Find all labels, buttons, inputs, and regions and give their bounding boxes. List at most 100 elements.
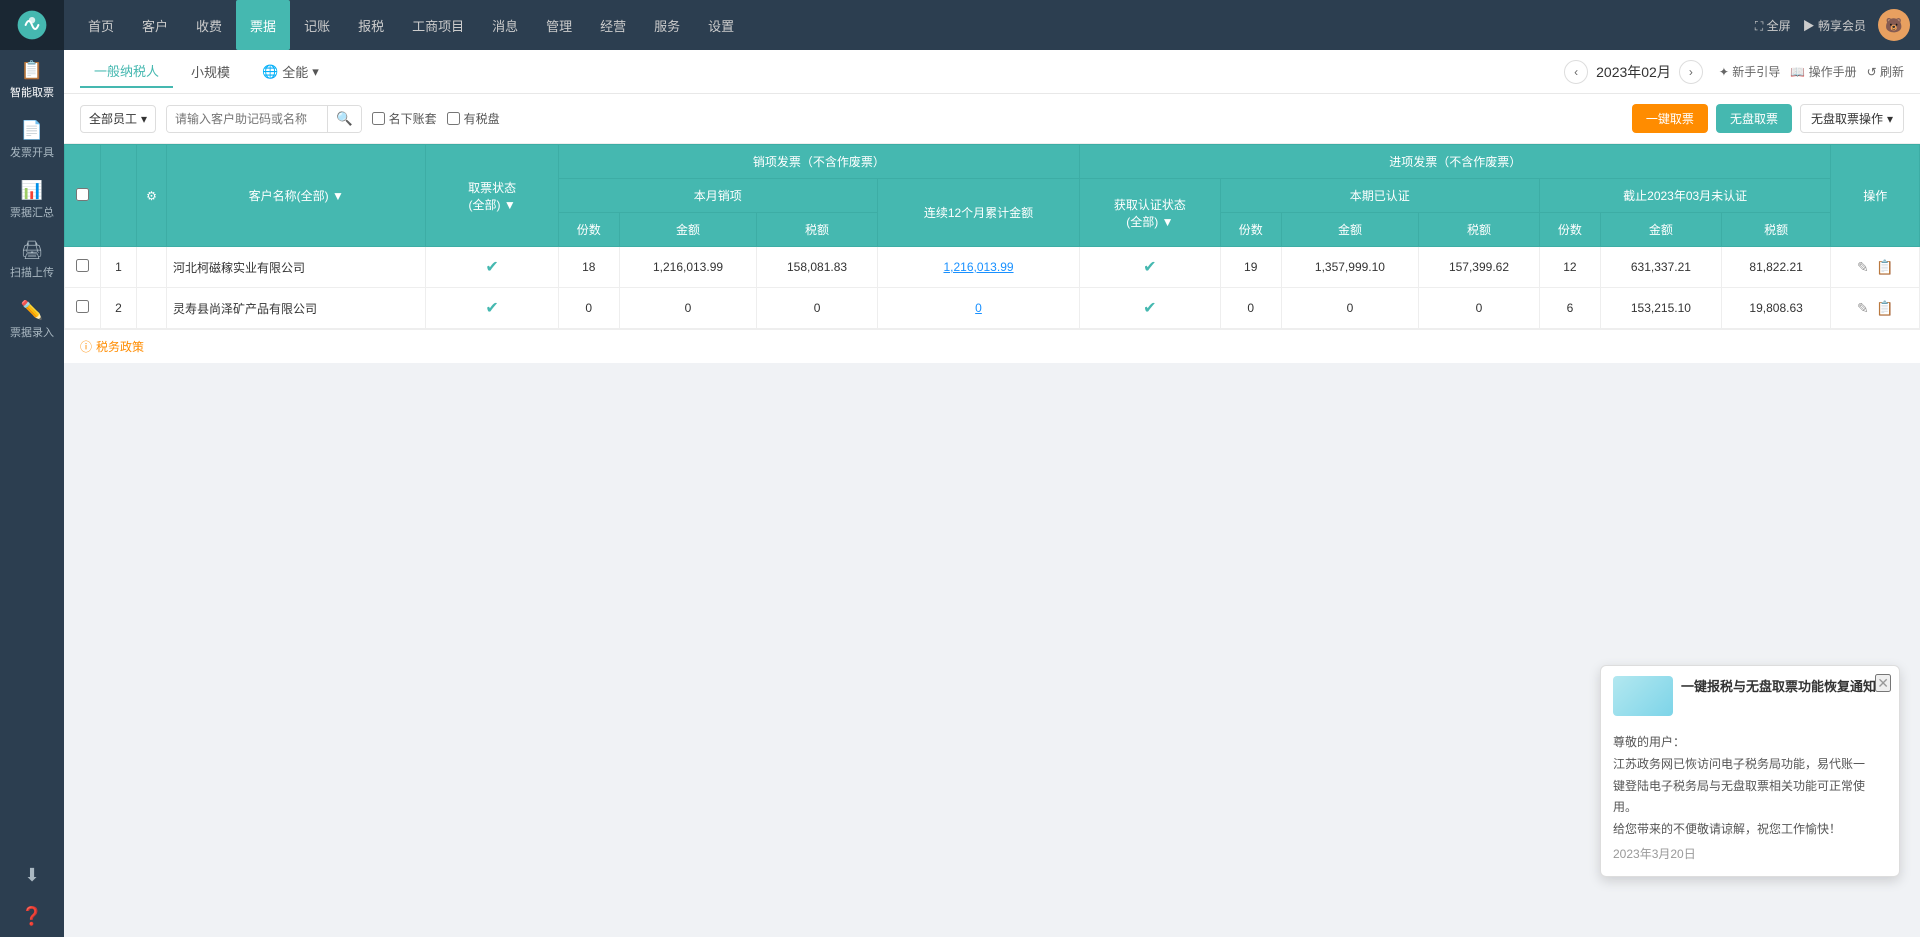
- user-avatar[interactable]: 🐻: [1878, 9, 1910, 41]
- row-pp-tax: 0: [1419, 288, 1540, 329]
- member-btn[interactable]: ▶ 畅享会员: [1803, 17, 1866, 34]
- popup-close-btn[interactable]: ✕: [1875, 674, 1891, 692]
- popup-lines: 尊敬的用户：江苏政务网已恢访问电子税务局功能，易代账一键登陆电子税务局与无盘取票…: [1613, 732, 1887, 840]
- nav-billing[interactable]: 收费: [182, 0, 236, 50]
- fetch-status-icon: ✔: [485, 300, 498, 317]
- popup-title: 一键报税与无盘取票功能恢复通知: [1681, 676, 1876, 695]
- refresh-link[interactable]: ↺ 刷新: [1867, 63, 1904, 80]
- sidebar-item-help[interactable]: ❓: [0, 896, 64, 937]
- row-sales-amount: 0: [619, 288, 756, 329]
- nav-client[interactable]: 客户: [128, 0, 182, 50]
- manual-link[interactable]: 📖 操作手册: [1790, 63, 1856, 80]
- nav-tax[interactable]: 报税: [344, 0, 398, 50]
- refresh-icon: ↺: [1867, 65, 1877, 79]
- edit-icon[interactable]: ✎: [1857, 259, 1869, 275]
- account-checkbox-label[interactable]: 名下账套: [372, 110, 437, 127]
- employee-select-label: 全部员工: [89, 110, 137, 127]
- nav-service[interactable]: 服务: [640, 0, 694, 50]
- detail-icon[interactable]: 📋: [1876, 300, 1893, 316]
- period-next-btn[interactable]: ›: [1679, 60, 1703, 84]
- nav-manage[interactable]: 管理: [532, 0, 586, 50]
- select-all-checkbox[interactable]: [76, 188, 89, 201]
- tab-actions: ✦ 新手引导 📖 操作手册 ↺ 刷新: [1719, 63, 1904, 80]
- sidebar-item-issue-invoice[interactable]: 📄 发票开具: [0, 110, 64, 170]
- filter-icon[interactable]: ▼: [1162, 215, 1174, 229]
- new-guide-link[interactable]: ✦ 新手引导: [1719, 63, 1780, 80]
- sidebar-item-smart-fetch[interactable]: 📋 智能取票: [0, 50, 64, 110]
- row-pd-tax: 81,822.21: [1721, 247, 1831, 288]
- help-icon: ❓: [21, 906, 43, 927]
- row-client-name: 河北柯磁稼实业有限公司: [167, 247, 426, 288]
- invoice-table-wrap: ⚙ 客户名称(全部) ▼ 取票状态 (全部) ▼ 销项发票（不含作废票） 进项发…: [64, 144, 1920, 329]
- row-pp-count: 19: [1220, 247, 1281, 288]
- edit-icon[interactable]: ✎: [1857, 300, 1869, 316]
- nav-invoice[interactable]: 票据: [236, 0, 290, 50]
- tab-general-taxpayer[interactable]: 一般纳税人: [80, 55, 173, 88]
- invoice-table: ⚙ 客户名称(全部) ▼ 取票状态 (全部) ▼ 销项发票（不含作废票） 进项发…: [64, 144, 1920, 329]
- global-icon: 🌐: [262, 64, 278, 80]
- popup-date: 2023年3月20日: [1613, 844, 1887, 866]
- row-checkbox[interactable]: [76, 300, 89, 313]
- nav-home[interactable]: 首页: [74, 0, 128, 50]
- sidebar-item-scan-upload[interactable]: 🖨 扫描上传: [0, 230, 64, 290]
- popup-image: [1613, 676, 1673, 726]
- no-disk-btn[interactable]: 无盘取票: [1716, 104, 1792, 133]
- sidebar-item-invoice-entry[interactable]: ✏️ 票据录入: [0, 290, 64, 350]
- cumulative-link[interactable]: 0: [975, 301, 982, 315]
- tab-all[interactable]: 🌐 全能 ▾: [248, 56, 333, 87]
- th-gear: ⚙: [137, 145, 167, 247]
- row-pd-count: 12: [1539, 247, 1600, 288]
- th-pp-count: 份数: [1220, 213, 1281, 247]
- filter-icon[interactable]: ▼: [504, 198, 516, 212]
- cumulative-link[interactable]: 1,216,013.99: [943, 260, 1013, 274]
- row-pd-amount: 153,215.10: [1601, 288, 1722, 329]
- invoice-entry-icon: ✏️: [21, 300, 43, 321]
- no-disk-ops-btn[interactable]: 无盘取票操作 ▾: [1800, 104, 1904, 133]
- period-prev-btn[interactable]: ‹: [1564, 60, 1588, 84]
- row-actions: ✎ 📋: [1831, 288, 1920, 329]
- tab-general-taxpayer-label: 一般纳税人: [94, 61, 159, 80]
- sidebar-logo: [0, 0, 64, 50]
- detail-icon[interactable]: 📋: [1876, 259, 1893, 275]
- row-no: 1: [101, 247, 137, 288]
- tax-disk-checkbox[interactable]: [447, 112, 460, 125]
- row-sales-cumulative: 1,216,013.99: [877, 247, 1079, 288]
- row-auth-status: ✔: [1080, 288, 1221, 329]
- chevron-down-icon: ▾: [141, 112, 147, 126]
- row-auth-status: ✔: [1080, 247, 1221, 288]
- tab-small-scale[interactable]: 小规模: [177, 56, 244, 87]
- row-no: 2: [101, 288, 137, 329]
- search-button[interactable]: 🔍: [327, 106, 361, 132]
- row-sales-cumulative: 0: [877, 288, 1079, 329]
- sidebar: 📋 智能取票 📄 发票开具 📊 票据汇总 🖨 扫描上传 ✏️ 票据录入 ⬇ ❓: [0, 0, 64, 937]
- nav-settings[interactable]: 设置: [694, 0, 748, 50]
- row-gear: [137, 288, 167, 329]
- search-input[interactable]: [167, 106, 327, 132]
- employee-select-btn[interactable]: 全部员工 ▾: [80, 105, 156, 133]
- one-click-btn[interactable]: 一键取票: [1632, 104, 1708, 133]
- filter-icon[interactable]: ▼: [332, 189, 344, 203]
- chevron-down-icon: ▾: [312, 64, 319, 80]
- issue-invoice-icon: 📄: [21, 120, 43, 141]
- nav-operation[interactable]: 经营: [586, 0, 640, 50]
- sidebar-item-download[interactable]: ⬇: [0, 855, 64, 896]
- account-checkbox[interactable]: [372, 112, 385, 125]
- nav-business[interactable]: 工商项目: [398, 0, 478, 50]
- fullscreen-btn[interactable]: ⛶ 全屏: [1755, 17, 1791, 34]
- scan-upload-icon: 🖨: [21, 240, 44, 261]
- row-client-name: 灵寿县尚泽矿产品有限公司: [167, 288, 426, 329]
- tax-disk-checkbox-label[interactable]: 有税盘: [447, 110, 500, 127]
- sidebar-item-invoice-summary[interactable]: 📊 票据汇总: [0, 170, 64, 230]
- th-purchase-period: 本期已认证: [1220, 179, 1539, 213]
- popup-notification: ✕ 一键报税与无盘取票功能恢复通知 尊敬的用户：江苏政务网已恢访问电子税务局功能…: [1600, 665, 1900, 877]
- sidebar-item-issue-invoice-label: 发票开具: [10, 144, 54, 160]
- th-sales-tax: 税额: [757, 213, 878, 247]
- sidebar-item-invoice-summary-label: 票据汇总: [10, 204, 54, 220]
- nav-message[interactable]: 消息: [478, 0, 532, 50]
- nav-accounting[interactable]: 记账: [290, 0, 344, 50]
- th-pp-tax: 税额: [1419, 213, 1540, 247]
- row-checkbox[interactable]: [76, 259, 89, 272]
- th-sales-cumulative: 连续12个月累计金额: [877, 179, 1079, 247]
- tax-policy-link[interactable]: 税务政策: [96, 338, 144, 355]
- gear-icon[interactable]: ⚙: [146, 189, 157, 203]
